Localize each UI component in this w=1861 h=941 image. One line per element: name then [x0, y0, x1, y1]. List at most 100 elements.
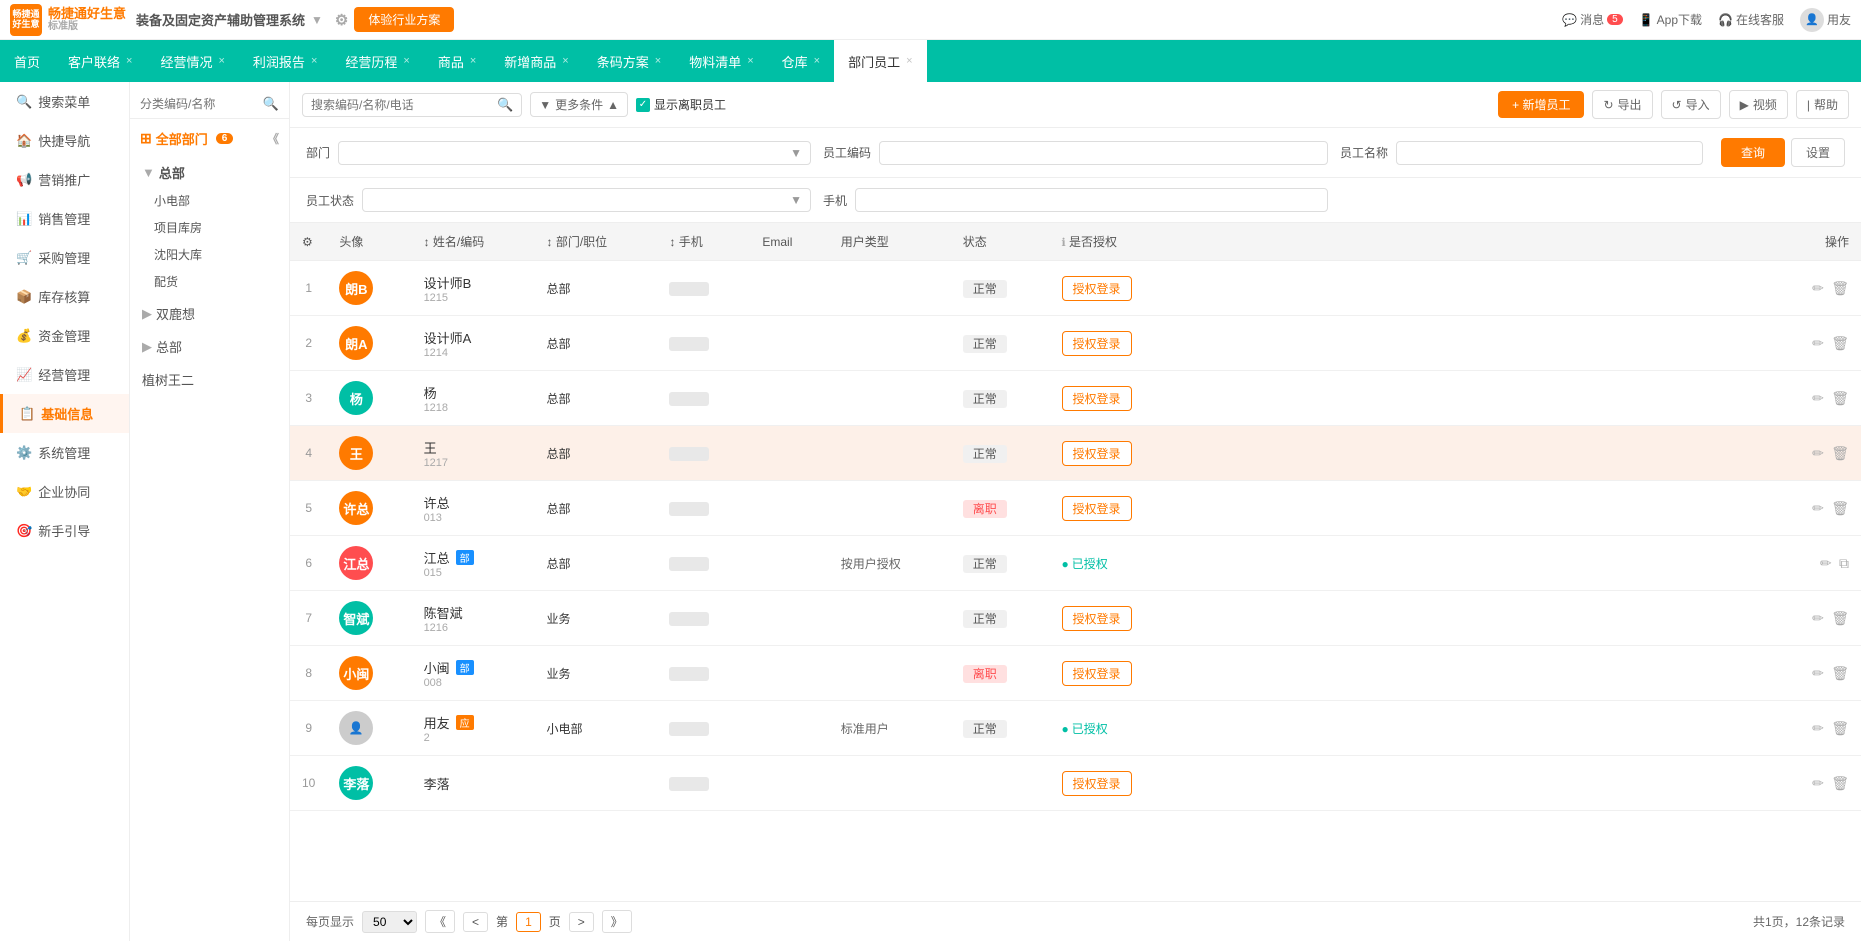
sidebar-item-search[interactable]: 🔍 搜索菜单	[0, 82, 129, 121]
col-dept[interactable]: ↕ 部门/职位	[535, 223, 658, 261]
user-area[interactable]: 👤 用友	[1800, 8, 1851, 32]
dept-child-shenyang[interactable]: 沈阳大库	[130, 241, 289, 268]
trial-btn[interactable]: 体验行业方案	[354, 7, 454, 32]
query-btn[interactable]: 查询	[1721, 138, 1785, 167]
page-size-select[interactable]: 50 100 200	[362, 911, 417, 933]
app-download-btn[interactable]: 📱 App下载	[1639, 11, 1702, 28]
auth-btn-7[interactable]: 授权登录	[1062, 606, 1132, 631]
sidebar-item-quicknav[interactable]: 🏠 快捷导航	[0, 121, 129, 160]
nav-goods[interactable]: 商品 ×	[424, 40, 490, 82]
edit-btn-2[interactable]: ✏	[1812, 335, 1824, 352]
edit-btn-5[interactable]: ✏	[1812, 500, 1824, 517]
phone-input[interactable]	[855, 188, 1328, 212]
nav-history[interactable]: 经营历程 ×	[331, 40, 423, 82]
dept-all[interactable]: ⊞ 全部部门 6 《	[130, 123, 289, 154]
next-page-btn[interactable]: >	[569, 912, 594, 932]
dept-collapse-btn[interactable]: 《	[267, 130, 279, 147]
col-name[interactable]: ↕ 姓名/编码	[412, 223, 535, 261]
edit-btn-9[interactable]: ✏	[1812, 720, 1824, 737]
edit-btn-10[interactable]: ✏	[1812, 775, 1824, 792]
nav-home[interactable]: 首页	[0, 40, 54, 82]
nav-profit[interactable]: 利润报告 ×	[239, 40, 331, 82]
auth-btn-4[interactable]: 授权登录	[1062, 441, 1132, 466]
nav-history-close[interactable]: ×	[403, 55, 409, 67]
delete-btn-5[interactable]: 🗑	[1831, 500, 1849, 517]
nav-bom-close[interactable]: ×	[747, 55, 753, 67]
sidebar-item-guide[interactable]: 🎯 新手引导	[0, 511, 129, 550]
sidebar-item-purchase[interactable]: 🛒 采购管理	[0, 238, 129, 277]
add-employee-btn[interactable]: + 新增员工	[1498, 91, 1584, 118]
dept-search-input[interactable]	[140, 97, 263, 111]
edit-btn-7[interactable]: ✏	[1812, 610, 1824, 627]
nav-new-goods[interactable]: 新增商品 ×	[490, 40, 582, 82]
nav-warehouse-close[interactable]: ×	[814, 55, 820, 67]
online-service-btn[interactable]: 🎧 在线客服	[1718, 11, 1784, 28]
delete-btn-7[interactable]: 🗑	[1831, 610, 1849, 627]
auth-btn-10[interactable]: 授权登录	[1062, 771, 1132, 796]
gear-icon[interactable]: ⚙	[335, 11, 348, 29]
nav-customer-close[interactable]: ×	[126, 55, 132, 67]
dept-group-shuanglu-label[interactable]: ▶ 双鹿想	[130, 299, 289, 328]
col-settings-icon[interactable]: ⚙	[302, 235, 313, 249]
search-btn-icon[interactable]: 🔍	[497, 97, 513, 113]
nav-goods-close[interactable]: ×	[470, 55, 476, 67]
edit-btn-6[interactable]: ✏	[1820, 555, 1832, 572]
more-filter-btn[interactable]: ▼ 更多条件 ▲	[530, 92, 628, 117]
prev-page-btn[interactable]: <	[463, 912, 488, 932]
dept-child-peihuo[interactable]: 配货	[130, 268, 289, 295]
auth-btn-1[interactable]: 授权登录	[1062, 276, 1132, 301]
edit-btn-4[interactable]: ✏	[1812, 445, 1824, 462]
col-phone[interactable]: ↕ 手机	[657, 223, 750, 261]
resigned-checkbox[interactable]: ✓	[636, 98, 650, 112]
edit-btn-8[interactable]: ✏	[1812, 665, 1824, 682]
emp-status-select[interactable]: ▼	[362, 188, 811, 212]
sidebar-item-system[interactable]: ⚙️ 系统管理	[0, 433, 129, 472]
delete-btn-1[interactable]: 🗑	[1831, 280, 1849, 297]
auth-btn-5[interactable]: 授权登录	[1062, 496, 1132, 521]
delete-btn-2[interactable]: 🗑	[1831, 335, 1849, 352]
nav-new-goods-close[interactable]: ×	[562, 55, 568, 67]
dropdown-icon[interactable]: ▼	[311, 13, 323, 27]
sidebar-item-inventory[interactable]: 📦 库存核算	[0, 277, 129, 316]
delete-btn-10[interactable]: 🗑	[1831, 775, 1849, 792]
delete-btn-3[interactable]: 🗑	[1831, 390, 1849, 407]
dept-search-icon[interactable]: 🔍	[263, 96, 279, 112]
dept-group-zongbu-label[interactable]: ▶ 总部	[130, 332, 289, 361]
nav-customer[interactable]: 客户联络 ×	[54, 40, 146, 82]
edit-btn-3[interactable]: ✏	[1812, 390, 1824, 407]
dept-child-xiangmu[interactable]: 项目库房	[130, 214, 289, 241]
sidebar-item-operation[interactable]: 📈 经营管理	[0, 355, 129, 394]
sidebar-item-sales[interactable]: 📊 销售管理	[0, 199, 129, 238]
help-btn[interactable]: | 帮助	[1796, 90, 1849, 119]
sidebar-item-collab[interactable]: 🤝 企业协同	[0, 472, 129, 511]
sidebar-item-finance[interactable]: 💰 资金管理	[0, 316, 129, 355]
delete-btn-9[interactable]: 🗑	[1831, 720, 1849, 737]
delete-btn-8[interactable]: 🗑	[1831, 665, 1849, 682]
copy-btn-6[interactable]: ⧉	[1839, 555, 1849, 572]
dept-group-main-label[interactable]: ▼ 总部	[130, 158, 289, 187]
edit-btn-1[interactable]: ✏	[1812, 280, 1824, 297]
emp-code-input[interactable]	[879, 141, 1328, 165]
sidebar-item-marketing[interactable]: 📢 营销推广	[0, 160, 129, 199]
auth-btn-2[interactable]: 授权登录	[1062, 331, 1132, 356]
dept-child-xiaodibu[interactable]: 小电部	[130, 187, 289, 214]
nav-barcode[interactable]: 条码方案 ×	[583, 40, 675, 82]
dept-filter-select[interactable]: ▼	[338, 141, 811, 165]
search-input[interactable]	[311, 98, 491, 112]
first-page-btn[interactable]: 《	[425, 910, 455, 933]
show-resigned-toggle[interactable]: ✓ 显示离职员工	[636, 96, 726, 113]
last-page-btn[interactable]: 》	[602, 910, 632, 933]
export-btn[interactable]: ↻ 导出	[1592, 90, 1652, 119]
nav-dept-close[interactable]: ×	[906, 55, 912, 67]
auth-btn-8[interactable]: 授权登录	[1062, 661, 1132, 686]
nav-profit-close[interactable]: ×	[311, 55, 317, 67]
reset-btn[interactable]: 设置	[1791, 138, 1845, 167]
message-btn[interactable]: 💬 消息 5	[1562, 11, 1623, 28]
sidebar-item-basic[interactable]: 📋 基础信息	[0, 394, 129, 433]
view-btn[interactable]: ▶ 视频	[1729, 90, 1788, 119]
delete-btn-4[interactable]: 🗑	[1831, 445, 1849, 462]
dept-group-zhishu-label[interactable]: 植树王二	[130, 365, 289, 394]
nav-dept[interactable]: 部门员工 ×	[834, 40, 926, 82]
nav-warehouse[interactable]: 仓库 ×	[768, 40, 834, 82]
auth-btn-3[interactable]: 授权登录	[1062, 386, 1132, 411]
